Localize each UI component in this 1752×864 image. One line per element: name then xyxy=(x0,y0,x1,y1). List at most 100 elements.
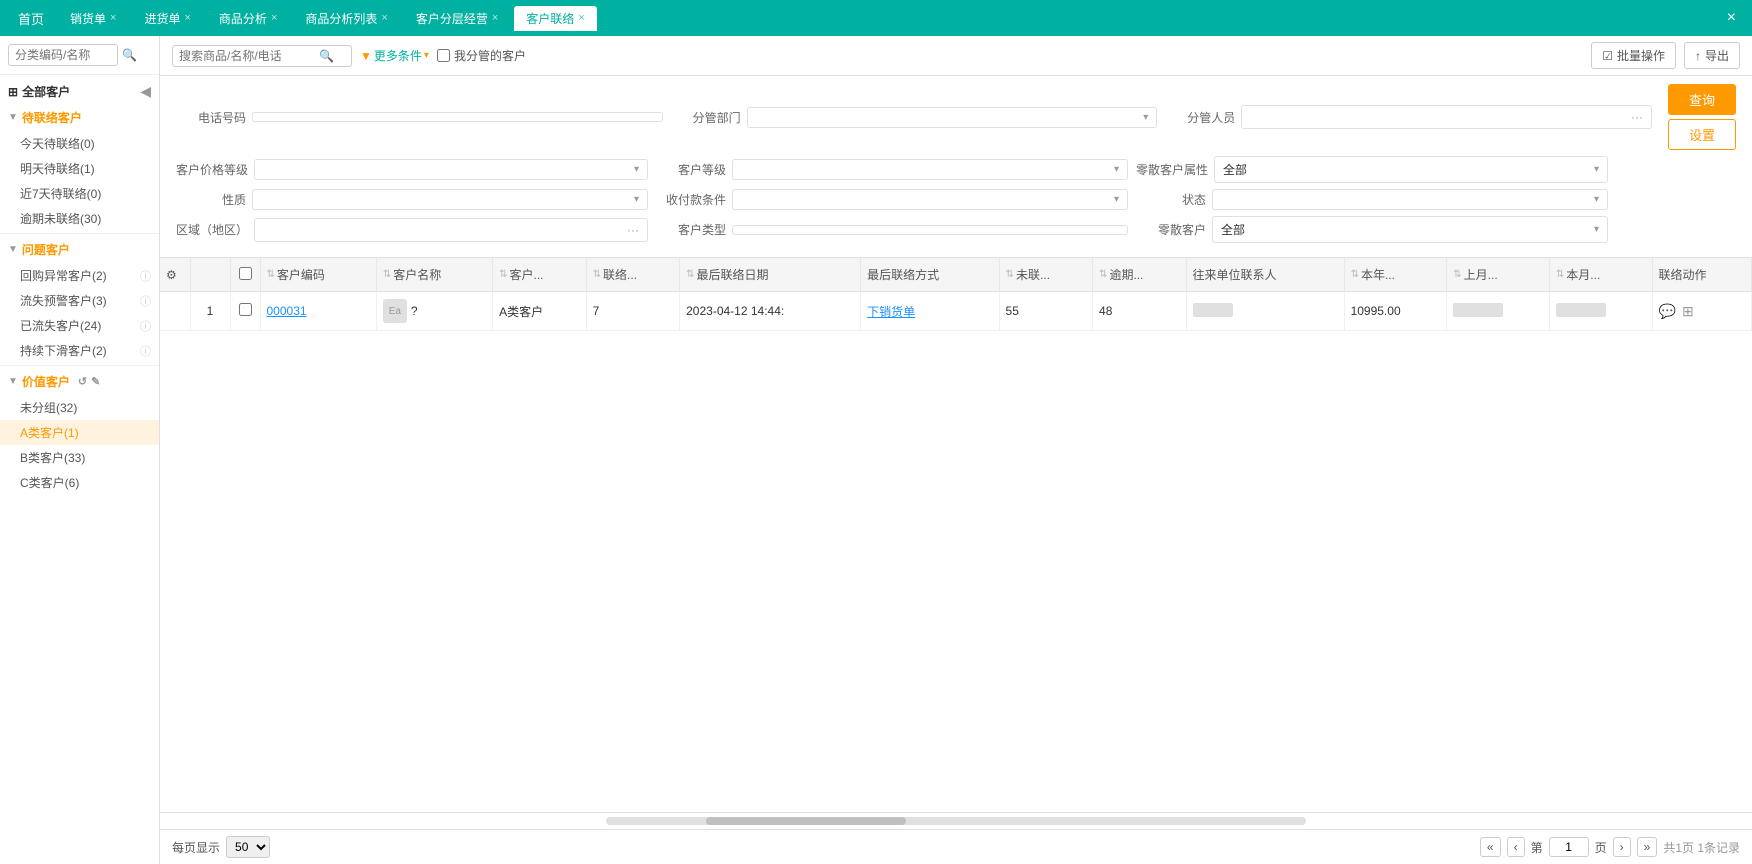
sort-icon-7: ⇅ xyxy=(1099,269,1107,280)
input-status[interactable]: ▾ xyxy=(1212,189,1608,210)
th-contact[interactable]: ⇅ 联络... xyxy=(586,258,680,292)
last-way-link[interactable]: 下销货单 xyxy=(867,305,915,319)
th-this-month[interactable]: ⇅ 本月... xyxy=(1549,258,1652,292)
batch-op-button[interactable]: ☑ 批量操作 xyxy=(1591,42,1676,69)
sidebar-collapse-btn[interactable]: ◀ xyxy=(140,83,151,100)
nav-tab-customer-contact[interactable]: 客户联络 × xyxy=(514,6,596,31)
th-name[interactable]: ⇅ 客户名称 xyxy=(376,258,492,292)
page-number-input[interactable] xyxy=(1549,837,1589,857)
sidebar-group-pending[interactable]: ▼ 待联络客户 xyxy=(0,104,159,131)
qrcode-icon[interactable]: ⊞ xyxy=(1682,303,1694,320)
filter-search-icon[interactable]: 🔍 xyxy=(319,49,334,63)
input-region[interactable]: ··· xyxy=(254,218,648,242)
input-customer-grade[interactable]: ▾ xyxy=(732,159,1128,180)
page-size-select[interactable]: 50 xyxy=(226,836,270,858)
th-last-way[interactable]: 最后联络方式 xyxy=(861,258,999,292)
customer-avatar: Ea xyxy=(383,299,407,323)
sidebar-item-c-class[interactable]: C类客户(6) xyxy=(0,470,159,495)
sidebar-all-customers[interactable]: ⊞ 全部客户 xyxy=(8,83,70,100)
nav-tab-purchase-close[interactable]: × xyxy=(184,12,190,24)
sidebar-search-input[interactable] xyxy=(8,44,118,66)
first-page-btn[interactable]: « xyxy=(1480,837,1501,857)
customer-code-link[interactable]: 000031 xyxy=(267,304,307,318)
th-check[interactable] xyxy=(230,258,260,292)
input-payment[interactable]: ▾ xyxy=(732,189,1128,210)
filter-search-input[interactable] xyxy=(179,49,319,63)
my-customer-check[interactable] xyxy=(437,49,450,62)
scrollbar-track[interactable] xyxy=(606,817,1306,825)
select-all-checkbox[interactable] xyxy=(239,267,252,280)
input-customer-type[interactable] xyxy=(732,225,1128,235)
customer-table: ⚙ ⇅ 客户编码 xyxy=(160,258,1752,331)
sidebar-group-value[interactable]: ▼ 价值客户 ↺ ✎ xyxy=(0,368,159,395)
sidebar-item-tomorrow[interactable]: 明天待联络(1) xyxy=(0,156,159,181)
my-customer-checkbox[interactable]: 我分管的客户 xyxy=(437,47,526,64)
horizontal-scrollbar[interactable] xyxy=(160,812,1752,829)
sidebar-item-b-class[interactable]: B类客户(33) xyxy=(0,445,159,470)
sidebar-item-a-class[interactable]: A类客户(1) xyxy=(0,420,159,445)
input-dept[interactable]: ▾ xyxy=(747,107,1158,128)
filter-bar: 🔍 ▼ 更多条件 ▾ 我分管的客户 ☑ 批量操作 ↑ 导出 xyxy=(160,36,1752,76)
query-button[interactable]: 查询 xyxy=(1668,84,1736,115)
sidebar-item-churn-warning[interactable]: 流失预警客户(3) ⓘ xyxy=(0,288,159,313)
prev-page-btn[interactable]: ‹ xyxy=(1507,837,1525,857)
th-last-month[interactable]: ⇅ 上月... xyxy=(1447,258,1550,292)
th-level[interactable]: ⇅ 客户... xyxy=(493,258,587,292)
field-status: 状态 ▾ xyxy=(1136,189,1608,210)
row-checkbox[interactable] xyxy=(239,303,252,316)
nav-tab-customer-ops-close[interactable]: × xyxy=(492,12,498,24)
scrollbar-thumb[interactable] xyxy=(706,817,906,825)
nav-tab-customer-contact-close[interactable]: × xyxy=(578,12,584,24)
sidebar-item-declining[interactable]: 持续下滑客户(2) ⓘ xyxy=(0,338,159,363)
edit-icon[interactable]: ✎ xyxy=(91,375,100,388)
page-navigation: « ‹ 第 页 › » 共1页 1条记录 xyxy=(1480,837,1740,857)
nav-tab-analysis-list-close[interactable]: × xyxy=(381,12,387,24)
settings-button[interactable]: 设置 xyxy=(1668,119,1736,150)
filter-row-3: 性质 ▾ 收付款条件 ▾ 状态 xyxy=(176,189,1736,210)
sidebar-group-problem[interactable]: ▼ 问题客户 xyxy=(0,236,159,263)
th-no-contact[interactable]: ⇅ 未联... xyxy=(999,258,1093,292)
sidebar-item-churned[interactable]: 已流失客户(24) ⓘ xyxy=(0,313,159,338)
th-settings[interactable]: ⚙ xyxy=(160,258,190,292)
sidebar-item-abnormal[interactable]: 回购异常客户(2) ⓘ xyxy=(0,263,159,288)
payment-dropdown-icon: ▾ xyxy=(1114,194,1119,205)
sidebar-item-ungroup[interactable]: 未分组(32) xyxy=(0,395,159,420)
grid-icon: ⊞ xyxy=(8,85,18,99)
nav-tab-purchase[interactable]: 进货单 × xyxy=(132,6,202,31)
export-button[interactable]: ↑ 导出 xyxy=(1684,42,1740,69)
input-retail-attr[interactable]: 全部 ▾ xyxy=(1214,156,1608,183)
nav-home[interactable]: 首页 xyxy=(8,5,54,32)
sidebar-item-today[interactable]: 今天待联络(0) xyxy=(0,131,159,156)
input-price-grade[interactable]: ▾ xyxy=(254,159,648,180)
filter-right-actions: ☑ 批量操作 ↑ 导出 xyxy=(1591,42,1740,69)
sidebar-item-overdue[interactable]: 逾期未联络(30) xyxy=(0,206,159,231)
sidebar-item-7days[interactable]: 近7天待联络(0) xyxy=(0,181,159,206)
row-contact-cell: 7 xyxy=(586,292,680,331)
more-filter-btn[interactable]: ▼ 更多条件 ▾ xyxy=(360,47,429,64)
th-this-year[interactable]: ⇅ 本年... xyxy=(1344,258,1447,292)
input-nature[interactable]: ▾ xyxy=(252,189,648,210)
nav-tab-sales[interactable]: 销货单 × xyxy=(58,6,128,31)
nav-tab-sales-close[interactable]: × xyxy=(110,12,116,24)
nav-tab-analysis-list[interactable]: 商品分析列表 × xyxy=(293,6,399,31)
refresh-icon[interactable]: ↺ xyxy=(78,375,87,388)
th-unit-contact[interactable]: 往来单位联系人 xyxy=(1186,258,1344,292)
th-last-date[interactable]: ⇅ 最后联络日期 xyxy=(680,258,861,292)
row-check-cell[interactable] xyxy=(230,292,260,331)
input-manager[interactable]: ··· xyxy=(1241,105,1652,129)
input-retail-customer[interactable]: 全部 ▾ xyxy=(1212,216,1608,243)
nav-tab-customer-ops[interactable]: 客户分层经营 × xyxy=(404,6,510,31)
th-code[interactable]: ⇅ 客户编码 xyxy=(260,258,376,292)
next-page-btn[interactable]: › xyxy=(1613,837,1631,857)
nav-tab-analysis[interactable]: 商品分析 × xyxy=(207,6,289,31)
chat-icon[interactable]: 💬 xyxy=(1659,303,1676,320)
th-overdue[interactable]: ⇅ 逾期... xyxy=(1093,258,1187,292)
page-size-control: 每页显示 50 xyxy=(172,836,270,858)
close-window-button[interactable]: × xyxy=(1719,9,1744,26)
sidebar-search-icon[interactable]: 🔍 xyxy=(122,48,137,62)
last-page-btn[interactable]: » xyxy=(1637,837,1658,857)
row-code-cell[interactable]: 000031 xyxy=(260,292,376,331)
input-phone[interactable] xyxy=(252,112,663,122)
nav-tab-analysis-close[interactable]: × xyxy=(271,12,277,24)
row-last-way-cell[interactable]: 下销货单 xyxy=(861,292,999,331)
